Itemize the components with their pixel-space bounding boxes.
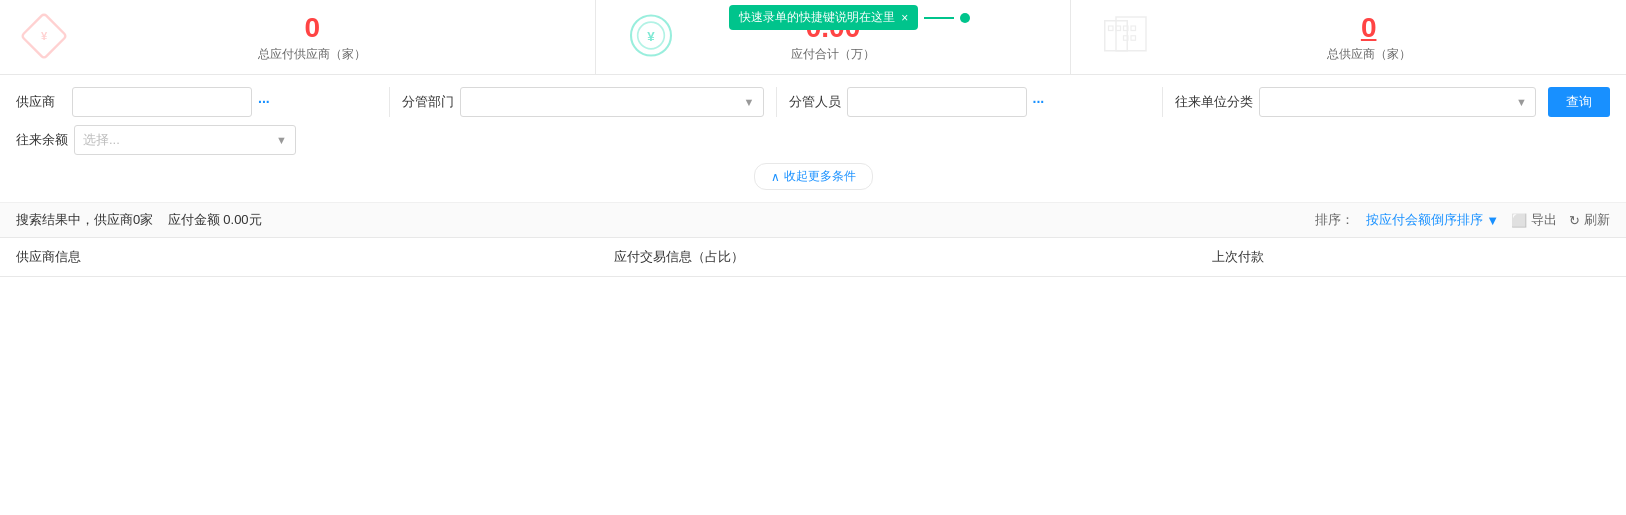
tooltip-container: 快速录单的快捷键说明在这里 × <box>729 5 970 30</box>
unit-category-select-wrapper: ▼ <box>1259 87 1536 117</box>
supplier-field: 供应商 ··· <box>16 87 377 117</box>
collapse-button[interactable]: ∧ 收起更多条件 <box>754 163 873 190</box>
balance-placeholder: 选择... <box>83 131 120 149</box>
col-header-lastpay: 上次付款 <box>1212 248 1611 266</box>
table-header: 供应商信息 应付交易信息（占比） 上次付款 <box>0 238 1626 277</box>
stat-total-suppliers: 0 总供应商（家） <box>1071 0 1626 74</box>
unit-category-chevron: ▼ <box>1516 96 1527 108</box>
stat-total-payable-suppliers: ¥ 0 总应付供应商（家） <box>0 0 596 74</box>
supplier-dots[interactable]: ··· <box>258 94 270 110</box>
sort-chevron: ▼ <box>1486 213 1499 228</box>
search-button[interactable]: 查询 <box>1548 87 1610 117</box>
unit-category-field: 往来单位分类 ▼ <box>1175 87 1536 117</box>
tooltip-text: 快速录单的快捷键说明在这里 <box>739 9 895 26</box>
supplier-label: 供应商 <box>16 93 66 111</box>
person-label: 分管人员 <box>789 93 841 111</box>
balance-chevron: ▼ <box>276 134 287 146</box>
payable-total-label: 应付合计（万） <box>791 46 875 63</box>
collapse-label: 收起更多条件 <box>784 168 856 185</box>
separator-2 <box>776 87 777 117</box>
tooltip-dot <box>960 13 970 23</box>
sort-label: 排序： <box>1315 211 1354 229</box>
total-payable-suppliers-number: 0 <box>305 11 321 45</box>
filter-row-1: 供应商 ··· 分管部门 ▼ 分管人员 ··· 往来单位分类 <box>16 87 1610 117</box>
separator-3 <box>1162 87 1163 117</box>
balance-label: 往来余额 <box>16 131 68 149</box>
stat-payable-total: ¥ 0.00 应付合计（万） 快速录单的快捷键说明在这里 × <box>596 0 1072 74</box>
dept-select-wrapper: ▼ <box>460 87 763 117</box>
person-field: 分管人员 ··· <box>789 87 1150 117</box>
unit-category-label: 往来单位分类 <box>1175 93 1253 111</box>
chevron-up-icon: ∧ <box>771 170 780 184</box>
balance-field: 往来余额 选择... ▼ <box>16 125 296 155</box>
svg-text:¥: ¥ <box>647 29 655 44</box>
building-icon <box>1101 8 1161 56</box>
results-bar: 搜索结果中，供应商0家 应付金额 0.00元 排序： 按应付会额倒序排序 ▼ ⬜… <box>0 203 1626 238</box>
export-icon: ⬜ <box>1511 213 1527 228</box>
svg-rect-7 <box>1109 26 1114 31</box>
results-actions: 排序： 按应付会额倒序排序 ▼ ⬜ 导出 ↻ 刷新 <box>1315 211 1610 229</box>
total-suppliers-number: 0 <box>1361 11 1377 45</box>
tooltip-line <box>924 17 954 19</box>
person-input[interactable] <box>847 87 1027 117</box>
unit-category-select[interactable]: ▼ <box>1259 87 1536 117</box>
svg-text:¥: ¥ <box>41 30 48 42</box>
coin-icon: ¥ <box>626 11 676 61</box>
col-header-supplier: 供应商信息 <box>16 248 614 266</box>
results-amount: 应付金额 0.00元 <box>168 212 262 227</box>
filter-bar: 供应商 ··· 分管部门 ▼ 分管人员 ··· 往来单位分类 <box>0 75 1626 203</box>
sort-value: 按应付会额倒序排序 <box>1366 211 1483 229</box>
results-text: 搜索结果中，供应商0家 <box>16 212 153 227</box>
coin-icon-container: ¥ <box>626 11 676 64</box>
balance-select[interactable]: 选择... ▼ <box>74 125 296 155</box>
export-button[interactable]: ⬜ 导出 <box>1511 211 1557 229</box>
collapse-row: ∧ 收起更多条件 <box>16 163 1610 190</box>
supplier-input[interactable] <box>72 87 252 117</box>
total-suppliers-label: 总供应商（家） <box>1327 46 1411 63</box>
total-payable-suppliers-label: 总应付供应商（家） <box>258 46 366 63</box>
dept-field: 分管部门 ▼ <box>402 87 763 117</box>
tooltip-bubble: 快速录单的快捷键说明在这里 × <box>729 5 918 30</box>
dept-label: 分管部门 <box>402 93 454 111</box>
dept-select[interactable]: ▼ <box>460 87 763 117</box>
diamond-icon: ¥ <box>20 12 68 60</box>
results-summary: 搜索结果中，供应商0家 应付金额 0.00元 <box>16 211 262 229</box>
dept-chevron: ▼ <box>744 96 755 108</box>
col-header-transaction: 应付交易信息（占比） <box>614 248 1212 266</box>
person-dots[interactable]: ··· <box>1033 94 1045 110</box>
balance-select-wrapper: 选择... ▼ <box>74 125 296 155</box>
stats-bar: ¥ 0 总应付供应商（家） ¥ 0.00 应付合计（万） 快速录单的快捷键说明在… <box>0 0 1626 75</box>
svg-rect-6 <box>1116 17 1146 51</box>
refresh-button[interactable]: ↻ 刷新 <box>1569 211 1610 229</box>
table-body <box>0 277 1626 515</box>
sort-select[interactable]: 按应付会额倒序排序 ▼ <box>1366 211 1499 229</box>
svg-rect-12 <box>1131 36 1136 41</box>
export-label: 导出 <box>1531 211 1557 229</box>
svg-rect-10 <box>1131 26 1136 31</box>
refresh-icon: ↻ <box>1569 213 1580 228</box>
filter-row-2: 往来余额 选择... ▼ <box>16 125 1610 155</box>
tooltip-close[interactable]: × <box>901 11 908 25</box>
refresh-label: 刷新 <box>1584 211 1610 229</box>
separator-1 <box>389 87 390 117</box>
